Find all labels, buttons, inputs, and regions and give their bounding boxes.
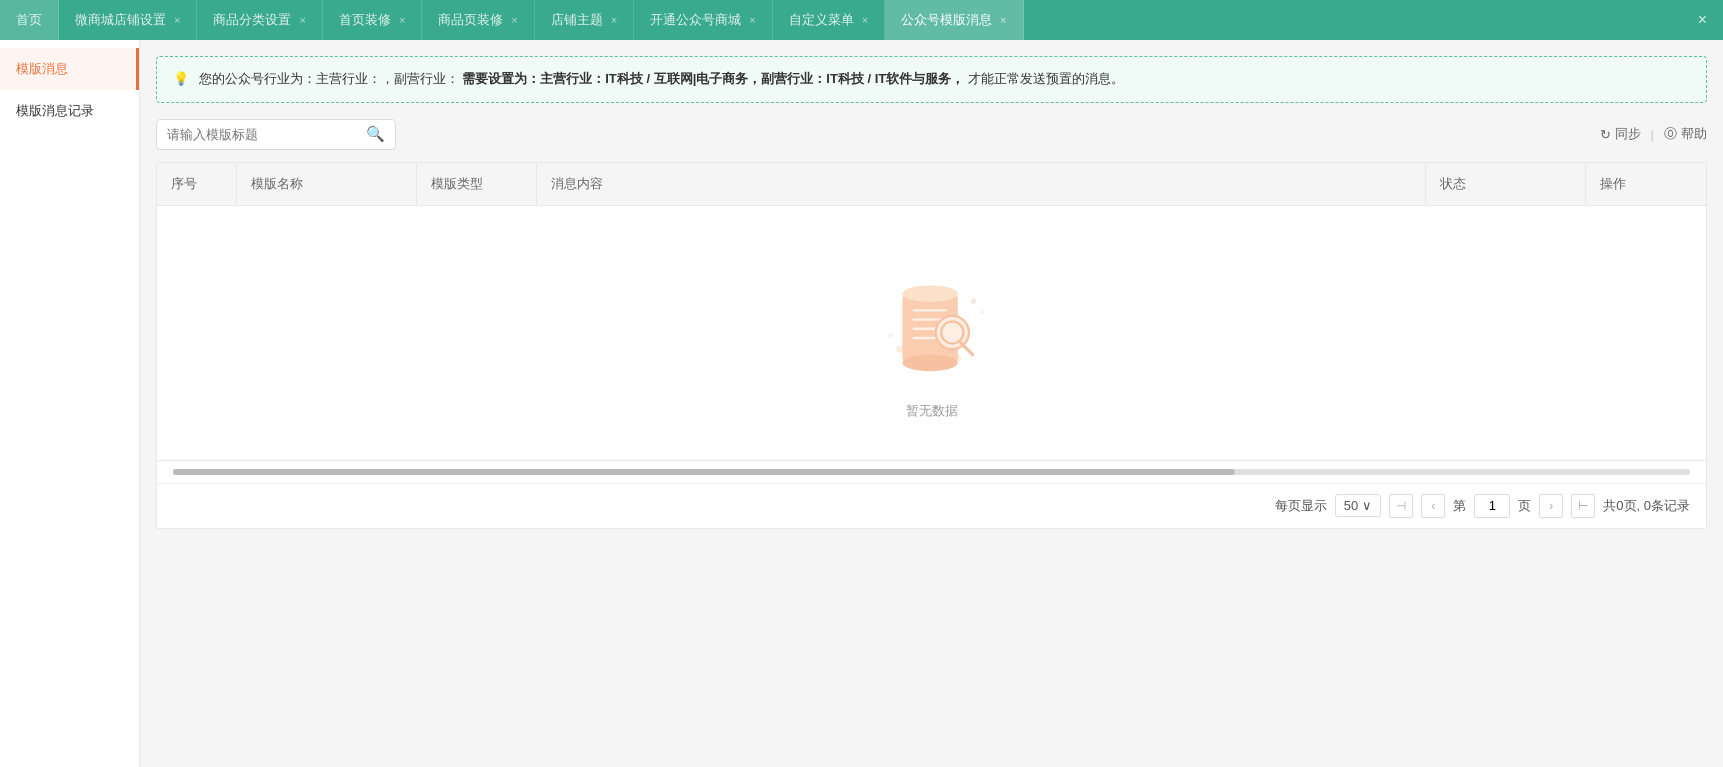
content-area: 💡 您的公众号行业为：主营行业：，副营行业： 需要设置为：主营行业：IT科技 /… [140,40,1723,767]
empty-state: 暂无数据 [157,206,1706,460]
next-page-button[interactable]: › [1539,494,1563,518]
tab-template-msg[interactable]: 公众号模版消息 × [885,0,1023,40]
notice-box: 💡 您的公众号行业为：主营行业：，副营行业： 需要设置为：主营行业：IT科技 /… [156,56,1707,103]
notice-prefix: 您的公众号行业为：主营行业：，副营行业： [199,71,459,86]
bulb-icon: 💡 [173,71,189,86]
table-header: 序号 模版名称 模版类型 消息内容 状态 操作 [157,163,1706,206]
search-bar: 🔍 ↻ 同步 | ⓪ 帮助 [156,119,1707,150]
help-icon: ⓪ [1664,125,1677,143]
first-page-button[interactable]: ⊣ [1389,494,1413,518]
close-tab-shop-theme[interactable]: × [611,14,617,26]
close-tab-home-decor[interactable]: × [399,14,405,26]
col-status: 状态 [1426,163,1586,205]
svg-line-10 [960,342,972,354]
svg-point-2 [902,285,957,302]
table-wrap: 序号 模版名称 模版类型 消息内容 状态 操作 [156,162,1707,529]
notice-highlight: 需要设置为：主营行业：IT科技 / 互联网|电子商务，副营行业：IT科技 / I… [462,71,964,86]
last-page-button[interactable]: ⊢ [1571,494,1595,518]
tab-open-mall[interactable]: 开通公众号商城 × [634,0,772,40]
scroll-track[interactable] [173,469,1690,475]
sidebar: 模版消息 模版消息记录 [0,40,140,767]
scroll-bar-area [157,460,1706,483]
page-label: 第 [1453,497,1466,515]
sync-button[interactable]: ↻ 同步 [1600,125,1641,143]
close-tab-open-mall[interactable]: × [749,14,755,26]
tab-shop-theme[interactable]: 店铺主题 × [535,0,634,40]
page-size-label: 每页显示 [1275,497,1327,515]
sidebar-item-template-msg[interactable]: 模版消息 [0,48,139,90]
search-input[interactable] [157,120,356,149]
col-type: 模版类型 [417,163,537,205]
main-layout: 模版消息 模版消息记录 💡 您的公众号行业为：主营行业：，副营行业： 需要设置为… [0,40,1723,767]
search-input-wrap: 🔍 [156,119,396,150]
close-tab-product-decor[interactable]: × [511,14,517,26]
page-size-select[interactable]: 50 ∨ [1335,494,1381,517]
close-tab-micro-shop[interactable]: × [174,14,180,26]
page-size-value: 50 [1344,498,1358,513]
col-action: 操作 [1586,163,1706,205]
tab-micro-shop[interactable]: 微商城店铺设置 × [59,0,197,40]
svg-point-13 [896,345,903,352]
col-name: 模版名称 [237,163,417,205]
close-tab-template-msg[interactable]: × [1000,14,1006,26]
svg-point-11 [970,298,976,304]
search-icon: 🔍 [366,125,385,142]
notice-suffix: 才能正常发送预置的消息。 [968,71,1124,86]
col-index: 序号 [157,163,237,205]
scroll-thumb[interactable] [173,469,1235,475]
page-input[interactable] [1474,494,1510,518]
page-unit: 页 [1518,497,1531,515]
close-all-tabs[interactable]: × [1682,11,1723,29]
toolbar-right: ↻ 同步 | ⓪ 帮助 [1600,125,1707,143]
col-content: 消息内容 [537,163,1426,205]
close-tab-category[interactable]: × [299,14,305,26]
empty-icon [872,266,992,386]
svg-point-14 [888,333,893,338]
pagination: 每页显示 50 ∨ ⊣ ‹ 第 页 › ⊢ 共0页, 0条记录 [157,483,1706,528]
sidebar-item-template-record[interactable]: 模版消息记录 [0,90,139,132]
tab-home[interactable]: 首页 [0,0,59,40]
tab-product-decor[interactable]: 商品页装修 × [422,0,534,40]
empty-text: 暂无数据 [906,402,958,420]
tab-bar: 首页 微商城店铺设置 × 商品分类设置 × 首页装修 × 商品页装修 × 店铺主… [0,0,1723,40]
prev-page-button[interactable]: ‹ [1421,494,1445,518]
tab-home-decor[interactable]: 首页装修 × [323,0,422,40]
tab-category[interactable]: 商品分类设置 × [197,0,322,40]
chevron-down-icon: ∨ [1362,498,1372,513]
tab-custom-menu[interactable]: 自定义菜单 × [773,0,885,40]
sync-icon: ↻ [1600,127,1611,142]
svg-point-3 [902,354,957,371]
svg-point-12 [980,310,984,314]
close-tab-custom-menu[interactable]: × [862,14,868,26]
search-button[interactable]: 🔍 [356,125,395,143]
help-button[interactable]: ⓪ 帮助 [1664,125,1707,143]
toolbar-divider: | [1651,127,1654,142]
page-total: 共0页, 0条记录 [1603,497,1690,515]
